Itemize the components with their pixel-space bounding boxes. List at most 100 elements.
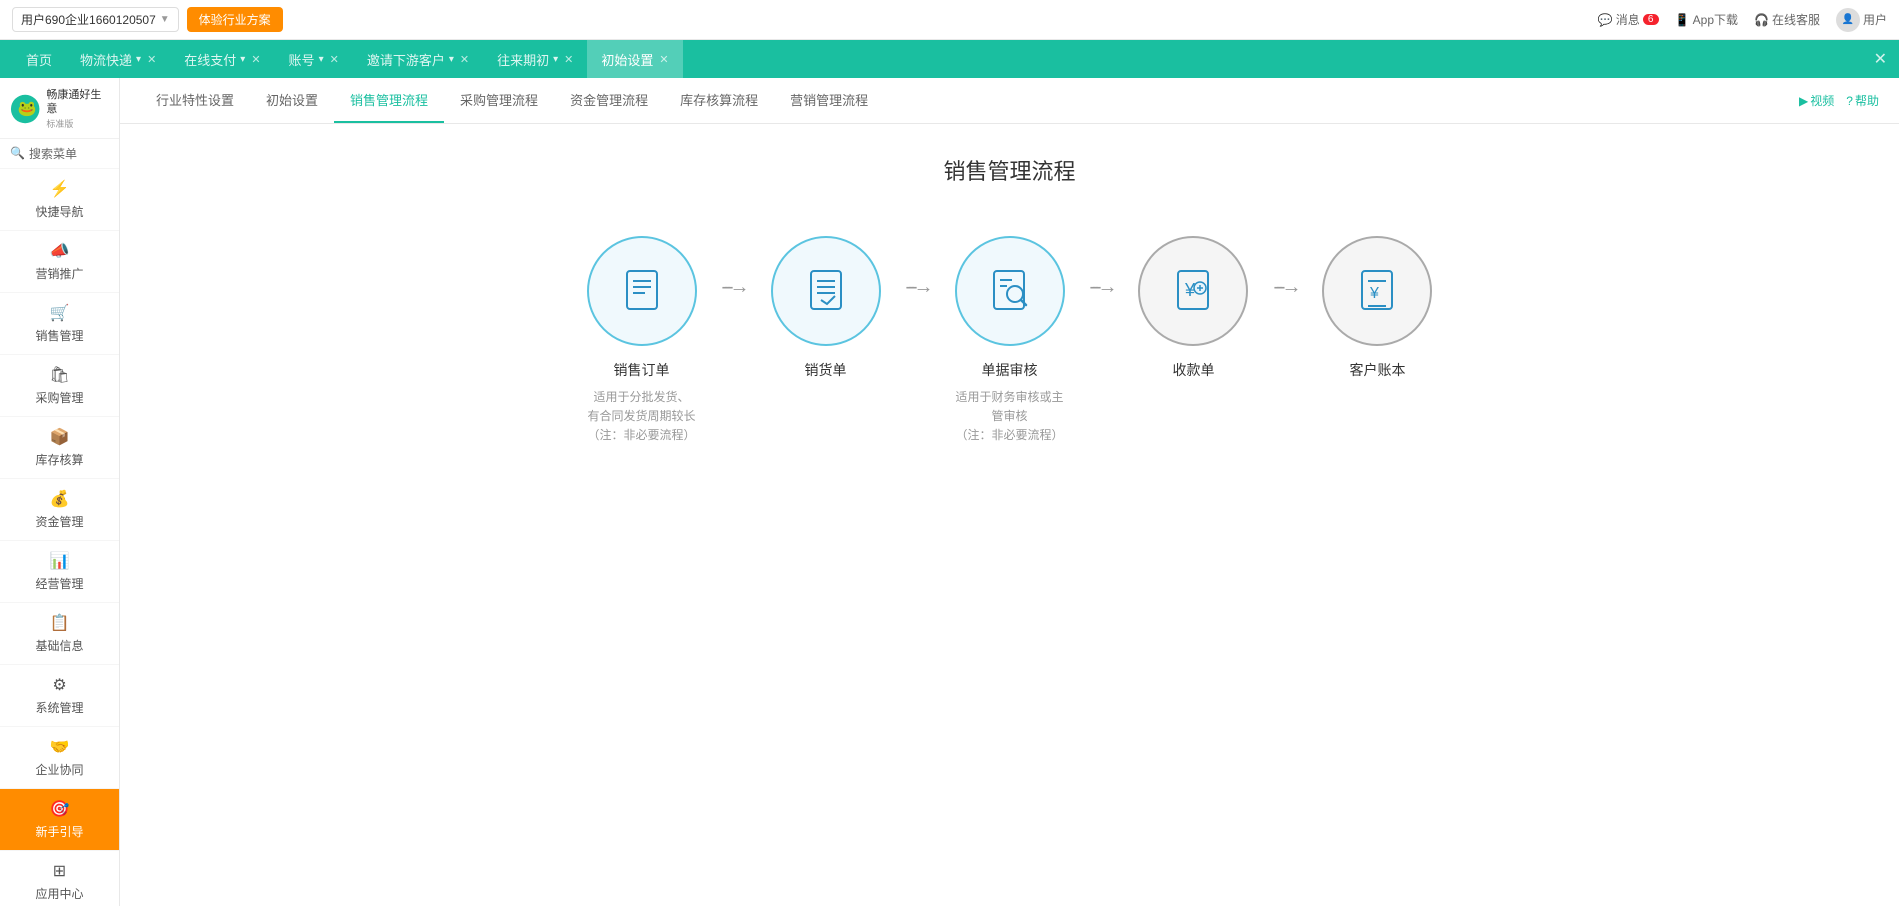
sidebar-item-guide[interactable]: 🎯 新手引导 <box>0 789 119 851</box>
sidebar-item-basics[interactable]: 📋 基础信息 <box>0 603 119 665</box>
flow-label-sales-order: 销售订单 <box>614 360 670 380</box>
sub-tab-init[interactable]: 初始设置 <box>250 78 334 123</box>
chevron-down-icon: ▾ <box>136 54 141 65</box>
sidebar-item-system-label: 系统管理 <box>35 699 83 716</box>
flow-circle-sales-invoice <box>771 236 881 346</box>
user-avatar-button[interactable]: 👤 用户 <box>1836 8 1887 32</box>
user-selector[interactable]: 用户690企业1660120507 ▼ <box>12 7 179 32</box>
close-icon[interactable]: ✕ <box>564 53 573 66</box>
flow-item-audit[interactable]: 单据审核 适用于财务审核或主管审核（注：非必要流程） <box>930 236 1090 446</box>
flow-label-audit: 单据审核 <box>982 360 1038 380</box>
headset-icon: 🎧 <box>1754 13 1769 27</box>
close-icon[interactable]: ✕ <box>659 53 668 66</box>
app-download-label: App下载 <box>1693 11 1738 28</box>
sidebar-item-purchase[interactable]: 🛍 采购管理 <box>0 355 119 417</box>
flow-arrow-3: ---→ <box>1090 236 1114 299</box>
lightning-icon: ⚡ <box>50 179 70 199</box>
money-icon: 💰 <box>50 489 70 509</box>
online-service-button[interactable]: 🎧 在线客服 <box>1754 11 1820 28</box>
nav-tab-period-label: 往来期初 <box>497 50 549 69</box>
flow-diagram: 销售订单 适用于分批发货、有合同发货周期较长（注：非必要流程） ---→ <box>160 236 1859 446</box>
flow-item-receipt[interactable]: ¥ 收款单 <box>1113 236 1273 388</box>
flow-circle-receipt: ¥ <box>1138 236 1248 346</box>
nav-tab-home-label: 首页 <box>26 50 52 69</box>
arrow-icon: ---→ <box>1273 276 1297 299</box>
nav-tabs: 首页 物流快递 ▾ ✕ 在线支付 ▾ ✕ 账号 ▾ ✕ 邀请下游客户 ▾ ✕ 往… <box>0 40 1899 78</box>
sub-tab-purchase-flow[interactable]: 采购管理流程 <box>444 78 554 123</box>
sidebar-item-quick-nav[interactable]: ⚡ 快捷导航 <box>0 169 119 231</box>
gear-icon: ⚙ <box>52 675 66 695</box>
close-icon[interactable]: ✕ <box>330 53 339 66</box>
sub-tab-finance-flow[interactable]: 资金管理流程 <box>554 78 664 123</box>
sub-tab-inventory-flow[interactable]: 库存核算流程 <box>664 78 774 123</box>
sidebar-search[interactable]: 🔍 搜索菜单 <box>0 139 119 169</box>
flow-item-sales-invoice[interactable]: 销货单 <box>746 236 906 388</box>
target-icon: 🎯 <box>50 799 70 819</box>
bag-icon: 🛍 <box>49 365 69 385</box>
sub-tab-sales-flow[interactable]: 销售管理流程 <box>334 78 444 123</box>
arrow-icon: ---→ <box>722 276 746 299</box>
nav-tab-account[interactable]: 账号 ▾ ✕ <box>275 40 353 78</box>
close-icon[interactable]: ✕ <box>147 53 156 66</box>
flow-circle-sales-order <box>587 236 697 346</box>
search-icon: 🔍 <box>10 146 25 160</box>
nav-tab-init-settings[interactable]: 初始设置 ✕ <box>587 40 682 78</box>
message-badge: 6 <box>1643 14 1659 25</box>
logo-text-container: 畅康通好生意 标准版 <box>46 88 109 130</box>
sub-tab-finance-flow-label: 资金管理流程 <box>570 93 648 108</box>
close-icon[interactable]: ✕ <box>251 53 260 66</box>
sidebar-item-system[interactable]: ⚙ 系统管理 <box>0 665 119 727</box>
sidebar-item-finance[interactable]: 💰 资金管理 <box>0 479 119 541</box>
sidebar-item-apps[interactable]: ⊞ 应用中心 <box>0 851 119 906</box>
sub-tab-sales-flow-label: 销售管理流程 <box>350 93 428 108</box>
sidebar-item-collaboration[interactable]: 🤝 企业协同 <box>0 727 119 789</box>
sidebar-item-sales[interactable]: 🛒 销售管理 <box>0 293 119 355</box>
nav-tab-home[interactable]: 首页 <box>12 40 66 78</box>
flow-arrow-4: ---→ <box>1273 236 1297 299</box>
experience-button[interactable]: 体验行业方案 <box>187 7 283 32</box>
flow-item-sales-order[interactable]: 销售订单 适用于分批发货、有合同发货周期较长（注：非必要流程） <box>562 236 722 446</box>
flow-item-account[interactable]: ¥ 客户账本 <box>1297 236 1457 388</box>
sidebar-item-operations[interactable]: 📊 经营管理 <box>0 541 119 603</box>
flow-circle-audit <box>955 236 1065 346</box>
message-button[interactable]: 💬 消息 6 <box>1598 11 1659 28</box>
cart-icon: 🛒 <box>50 303 70 323</box>
sub-tab-marketing-flow[interactable]: 营销管理流程 <box>774 78 884 123</box>
nav-tab-invite[interactable]: 邀请下游客户 ▾ ✕ <box>353 40 483 78</box>
sidebar-item-marketing[interactable]: 📣 营销推广 <box>0 231 119 293</box>
video-help-button[interactable]: ▶ 视频 <box>1799 92 1834 109</box>
sub-tab-industry-label: 行业特性设置 <box>156 93 234 108</box>
app-download-button[interactable]: 📱 App下载 <box>1675 11 1738 28</box>
flow-label-sales-invoice: 销货单 <box>805 360 847 380</box>
logo-title: 畅康通好生意 <box>46 88 109 117</box>
content-area: 行业特性设置 初始设置 销售管理流程 采购管理流程 资金管理流程 库存核算流程 … <box>120 78 1899 906</box>
flow-desc-sales-order: 适用于分批发货、有合同发货周期较长（注：非必要流程） <box>588 388 696 446</box>
clipboard-icon: 📋 <box>50 613 70 633</box>
help-button[interactable]: ? 帮助 <box>1846 92 1879 109</box>
chart-icon: 📊 <box>50 551 70 571</box>
box-icon: 📦 <box>50 427 70 447</box>
sub-tab-industry[interactable]: 行业特性设置 <box>140 78 250 123</box>
nav-tab-logistics[interactable]: 物流快递 ▾ ✕ <box>66 40 170 78</box>
header-left: 用户690企业1660120507 ▼ 体验行业方案 <box>12 7 283 32</box>
sidebar-item-guide-label: 新手引导 <box>35 823 83 840</box>
nav-close-all-button[interactable]: ✕ <box>1874 49 1887 69</box>
nav-tab-payment[interactable]: 在线支付 ▾ ✕ <box>170 40 274 78</box>
sub-tab-purchase-flow-label: 采购管理流程 <box>460 93 538 108</box>
nav-tab-logistics-label: 物流快递 <box>80 50 132 69</box>
message-label: 消息 <box>1616 11 1640 28</box>
online-service-label: 在线客服 <box>1772 11 1820 28</box>
sidebar: 🐸 畅康通好生意 标准版 🔍 搜索菜单 ⚡ 快捷导航 📣 营销推广 🛒 销售管理… <box>0 78 120 906</box>
close-icon[interactable]: ✕ <box>460 53 469 66</box>
arrow-icon: ---→ <box>1090 276 1114 299</box>
nav-tab-period[interactable]: 往来期初 ▾ ✕ <box>483 40 587 78</box>
sidebar-item-collaboration-label: 企业协同 <box>35 761 83 778</box>
sidebar-item-basics-label: 基础信息 <box>35 637 83 654</box>
sidebar-item-marketing-label: 营销推广 <box>35 265 83 282</box>
video-icon: ▶ <box>1799 94 1808 108</box>
download-icon: 📱 <box>1675 13 1690 27</box>
message-icon: 💬 <box>1598 13 1613 27</box>
user-name-label: 用户 <box>1863 11 1887 28</box>
flow-arrow-1: ---→ <box>722 236 746 299</box>
sidebar-item-inventory[interactable]: 📦 库存核算 <box>0 417 119 479</box>
